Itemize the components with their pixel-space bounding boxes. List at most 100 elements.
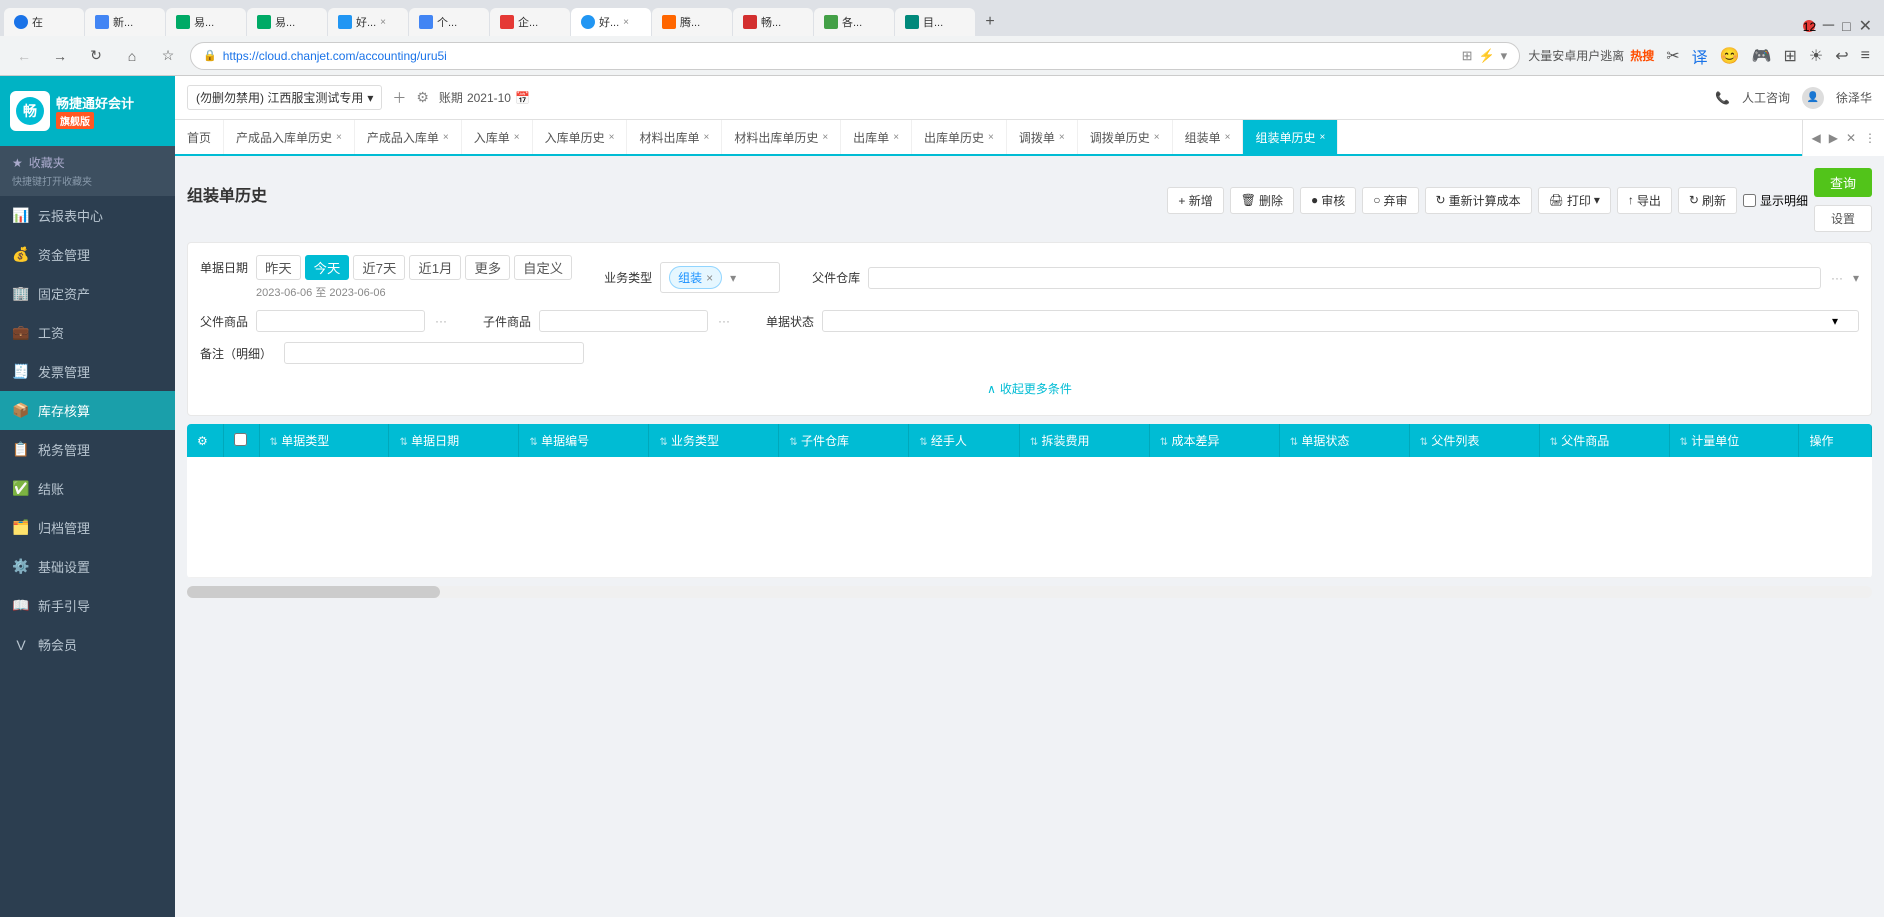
- sidebar-favorites[interactable]: ★ 收藏夹 快捷键打开收藏夹: [0, 146, 175, 196]
- print-button[interactable]: 🖨 打印 ▾: [1538, 187, 1611, 214]
- sidebar-item-settings[interactable]: ⚙️ 基础设置: [0, 547, 175, 586]
- parent-warehouse-dropdown[interactable]: ▾: [1853, 271, 1859, 285]
- column-doc-no[interactable]: ⇅ 单据编号: [519, 424, 649, 457]
- close-icon[interactable]: ✕: [1859, 16, 1872, 36]
- column-child-warehouse[interactable]: ⇅ 子件仓库: [779, 424, 909, 457]
- sun-icon[interactable]: ☀: [1805, 44, 1827, 68]
- browser-tab-7[interactable]: 企...: [490, 8, 570, 36]
- recalculate-button[interactable]: ↻ 重新计算成本: [1425, 187, 1532, 214]
- tab-close-8[interactable]: ×: [623, 17, 629, 28]
- column-biz-type[interactable]: ⇅ 业务类型: [649, 424, 779, 457]
- parent-warehouse-input[interactable]: [868, 267, 1821, 289]
- column-doc-status[interactable]: ⇅ 单据状态: [1279, 424, 1409, 457]
- reload-button[interactable]: ↻: [82, 42, 110, 70]
- business-type-input[interactable]: 组装 × ▾: [660, 262, 780, 293]
- child-goods-input[interactable]: [539, 310, 708, 332]
- tab-close-all[interactable]: ✕: [1842, 131, 1860, 145]
- refresh-button[interactable]: ↻ 刷新: [1678, 187, 1737, 214]
- export-button[interactable]: ↑ 导出: [1617, 187, 1672, 214]
- yesterday-btn[interactable]: 昨天: [256, 255, 301, 280]
- column-unit[interactable]: ⇅ 计量单位: [1669, 424, 1799, 457]
- parent-goods-input[interactable]: [256, 310, 425, 332]
- sidebar-item-payroll[interactable]: 💼 工资: [0, 313, 175, 352]
- tab-inbound-close[interactable]: ×: [514, 132, 520, 143]
- abandon-button[interactable]: ○ 弃审: [1362, 187, 1418, 214]
- tab-outbound[interactable]: 出库单 ×: [841, 120, 912, 155]
- tab-fg-close[interactable]: ×: [443, 132, 449, 143]
- sidebar-item-assets[interactable]: 🏢 固定资产: [0, 274, 175, 313]
- sidebar-item-tax[interactable]: 📋 税务管理: [0, 430, 175, 469]
- parent-goods-more[interactable]: ···: [431, 314, 451, 328]
- bookmark-button[interactable]: ☆: [154, 42, 182, 70]
- tab-assembly-history[interactable]: 组装单历史 ×: [1243, 120, 1338, 155]
- column-doc-type[interactable]: ⇅ 单据类型: [259, 424, 389, 457]
- tab-outbound-history[interactable]: 出库单历史 ×: [912, 120, 1007, 155]
- translate-icon[interactable]: 译: [1688, 42, 1712, 70]
- tab-transfer-close[interactable]: ×: [1059, 132, 1065, 143]
- tab-home[interactable]: 首页: [175, 120, 224, 155]
- column-doc-date[interactable]: ⇅ 单据日期: [389, 424, 519, 457]
- home-button[interactable]: ⌂: [118, 42, 146, 70]
- add-company-button[interactable]: ＋: [392, 88, 406, 108]
- more-date-btn[interactable]: 更多: [465, 255, 510, 280]
- query-button[interactable]: 查询: [1814, 168, 1872, 197]
- tab-assembly-history-close[interactable]: ×: [1319, 132, 1325, 143]
- column-disassemble-cost[interactable]: ⇅ 拆装费用: [1019, 424, 1149, 457]
- note-input[interactable]: [284, 342, 584, 364]
- column-parent-list[interactable]: ⇅ 父件列表: [1409, 424, 1539, 457]
- sidebar-item-member[interactable]: V 畅会员: [0, 625, 175, 664]
- settings-button[interactable]: 设置: [1814, 205, 1872, 232]
- tab-finished-goods-history[interactable]: 产成品入库单历史 ×: [224, 120, 355, 155]
- browser-tab-1[interactable]: 在: [4, 8, 84, 36]
- minimize-icon[interactable]: ─: [1823, 17, 1834, 35]
- undo-icon[interactable]: ↩: [1831, 44, 1852, 68]
- column-cost-diff[interactable]: ⇅ 成本差异: [1149, 424, 1279, 457]
- lightning-icon[interactable]: ⚡: [1478, 48, 1494, 64]
- maximize-icon[interactable]: □: [1842, 18, 1850, 34]
- sidebar-item-inventory[interactable]: 📦 库存核算: [0, 391, 175, 430]
- column-handler[interactable]: ⇅ 经手人: [909, 424, 1020, 457]
- tab-finished-goods[interactable]: 产成品入库单 ×: [355, 120, 462, 155]
- print-dropdown-icon[interactable]: ▾: [1594, 193, 1600, 207]
- user-service-label[interactable]: 人工咨询: [1742, 89, 1790, 106]
- sidebar-item-finance[interactable]: 💰 资金管理: [0, 235, 175, 274]
- add-button[interactable]: + 新增: [1167, 187, 1223, 214]
- browser-tab-2[interactable]: 新...: [85, 8, 165, 36]
- tab-scroll-right[interactable]: ▶: [1825, 131, 1842, 145]
- game-icon[interactable]: 🎮: [1748, 44, 1776, 68]
- back-button[interactable]: ←: [10, 42, 38, 70]
- tab-inbound[interactable]: 入库单 ×: [462, 120, 533, 155]
- tab-transfer-history[interactable]: 调拨单历史 ×: [1078, 120, 1173, 155]
- browser-tab-6[interactable]: 个...: [409, 8, 489, 36]
- scissors-icon[interactable]: ✂: [1662, 44, 1683, 68]
- company-settings-button[interactable]: ⚙: [416, 89, 429, 106]
- sidebar-item-reports[interactable]: 📊 云报表中心: [0, 196, 175, 235]
- tab-inbound-history[interactable]: 入库单历史 ×: [533, 120, 628, 155]
- new-tab-button[interactable]: +: [976, 8, 1004, 36]
- tab-inbound-history-close[interactable]: ×: [609, 132, 615, 143]
- tab-outbound-close[interactable]: ×: [893, 132, 899, 143]
- sidebar-item-settlement[interactable]: ✅ 结账: [0, 469, 175, 508]
- tab-material-outbound[interactable]: 材料出库单 ×: [627, 120, 722, 155]
- sidebar-item-invoice[interactable]: 🧾 发票管理: [0, 352, 175, 391]
- tab-more-options[interactable]: ⋮: [1860, 131, 1880, 145]
- tab-close-5[interactable]: ×: [380, 17, 386, 28]
- menu-icon[interactable]: ≡: [1857, 45, 1874, 67]
- 1month-btn[interactable]: 近1月: [409, 255, 461, 280]
- sidebar-item-archive[interactable]: 🗂️ 归档管理: [0, 508, 175, 547]
- emoji-icon[interactable]: 😊: [1716, 44, 1744, 68]
- parent-warehouse-more[interactable]: ···: [1827, 271, 1847, 285]
- tab-material-outbound-history-close[interactable]: ×: [822, 132, 828, 143]
- browser-tab-5[interactable]: 好... ×: [328, 8, 408, 36]
- select-all-checkbox[interactable]: [234, 433, 247, 446]
- scrollbar-thumb[interactable]: [187, 586, 440, 598]
- browser-tab-3[interactable]: 易...: [166, 8, 246, 36]
- sidebar-item-guide[interactable]: 📖 新手引导: [0, 586, 175, 625]
- column-settings-icon[interactable]: ⚙: [197, 434, 208, 448]
- qrcode-icon[interactable]: ⊞: [1462, 48, 1473, 64]
- delete-button[interactable]: 🗑 删除: [1230, 187, 1294, 214]
- dropdown-icon[interactable]: ▾: [1501, 48, 1508, 64]
- business-type-dropdown[interactable]: ▾: [730, 271, 736, 285]
- browser-tab-9[interactable]: 腾...: [652, 8, 732, 36]
- grid-icon[interactable]: ⊞: [1780, 44, 1801, 68]
